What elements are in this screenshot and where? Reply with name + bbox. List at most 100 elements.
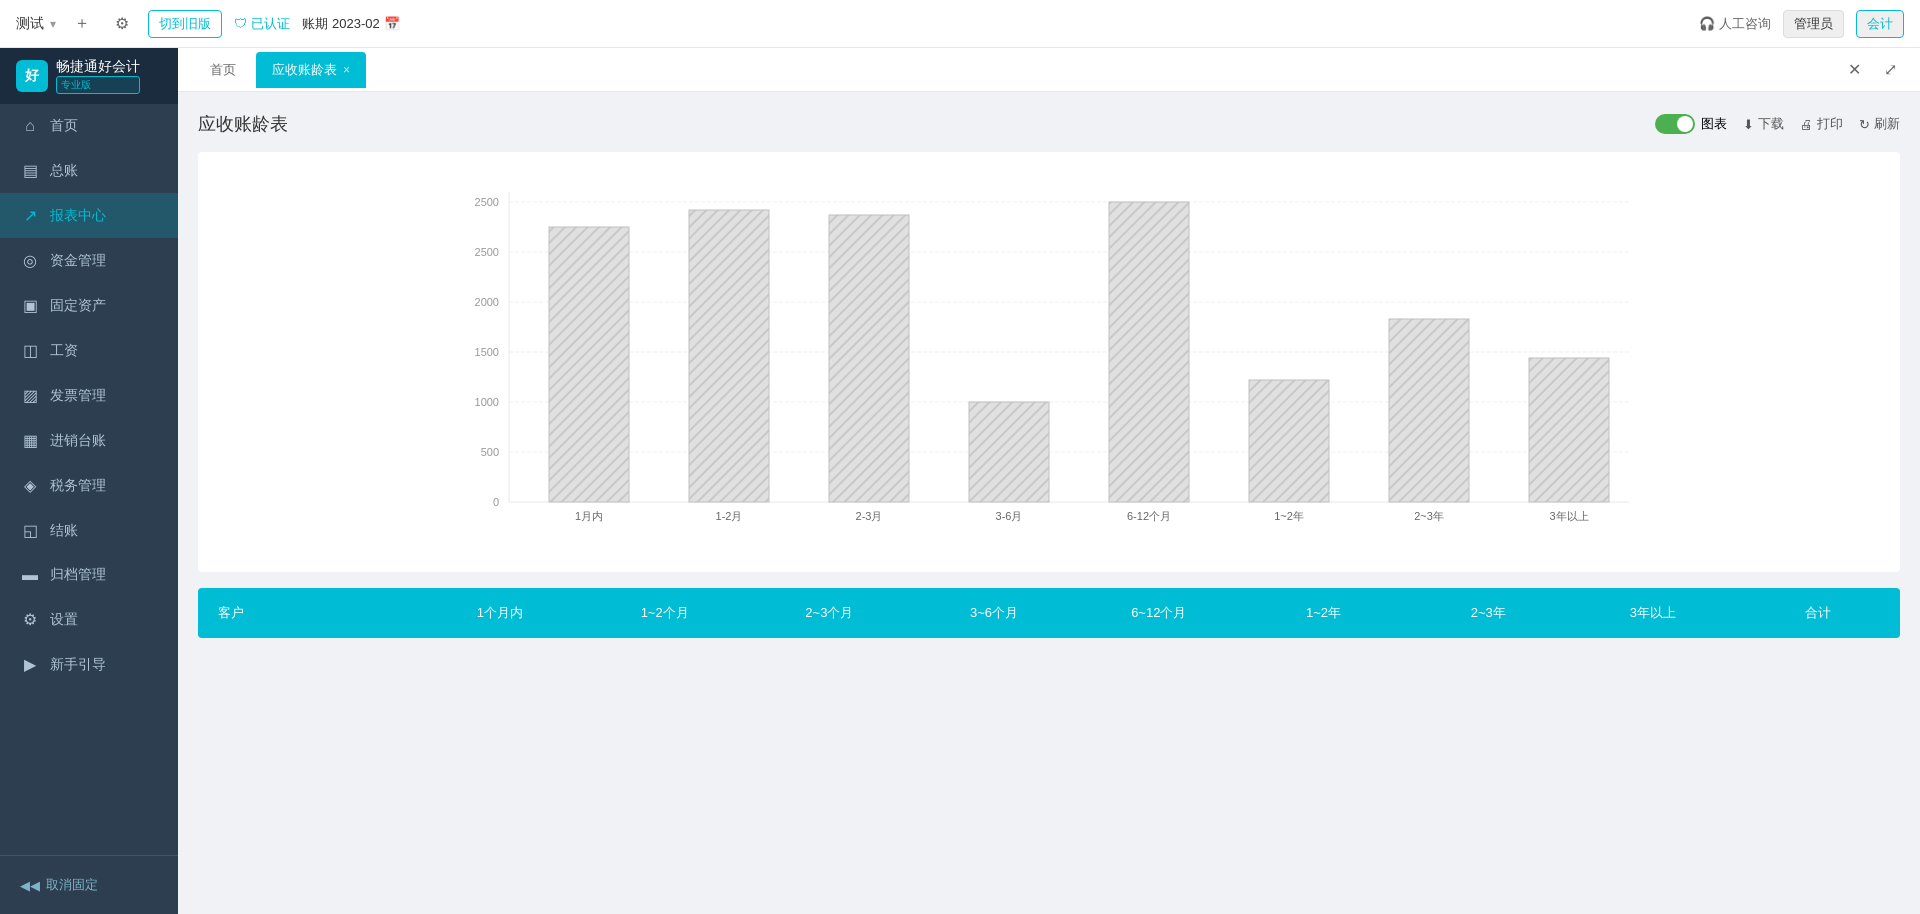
- period-value: 2023-02: [332, 16, 380, 31]
- chart-toggle[interactable]: [1655, 114, 1695, 134]
- sidebar-item-close[interactable]: ◱ 结账: [0, 508, 178, 553]
- chart-container: 0 500 1000 1500 2000 2500 2500 1月内 1-: [198, 152, 1900, 572]
- tab-aging[interactable]: 应收账龄表 ×: [256, 52, 366, 88]
- settings-gear-icon: ⚙: [20, 610, 40, 629]
- sidebar-label-fund: 资金管理: [50, 252, 106, 270]
- support-label: 人工咨询: [1719, 15, 1771, 33]
- pro-badge: 专业版: [56, 76, 140, 94]
- print-icon: 🖨: [1800, 117, 1813, 132]
- settings-btn[interactable]: ⚙: [108, 10, 136, 38]
- svg-text:0: 0: [493, 496, 499, 508]
- table-header: 客户 1个月内 1~2个月 2~3个月 3~6个月 6~12个月 1~2年 2~…: [198, 588, 1900, 638]
- th-2-3year: 2~3年: [1406, 588, 1571, 638]
- content-area: 首页 应收账龄表 × ✕ ⤢ 应收账龄表 图表: [178, 48, 1920, 914]
- svg-text:6-12个月: 6-12个月: [1127, 510, 1171, 522]
- bar-3: [829, 215, 909, 502]
- download-btn[interactable]: ⬇ 下载: [1743, 115, 1784, 133]
- tab-aging-label: 应收账龄表: [272, 61, 337, 79]
- sidebar-label-salary: 工资: [50, 342, 78, 360]
- sidebar-label-close: 结账: [50, 522, 78, 540]
- workspace-selector[interactable]: 测试 ▾: [16, 15, 56, 33]
- bar-7: [1389, 319, 1469, 502]
- bar-2: [689, 210, 769, 502]
- user-btn[interactable]: 管理员: [1783, 10, 1844, 38]
- sidebar-item-salary[interactable]: ◫ 工资: [0, 328, 178, 373]
- tab-home[interactable]: 首页: [194, 52, 252, 88]
- sidebar-item-report[interactable]: ↗ 报表中心: [0, 193, 178, 238]
- svg-text:2-3月: 2-3月: [856, 510, 883, 522]
- bar-6: [1249, 380, 1329, 502]
- sidebar-label-guide: 新手引导: [50, 656, 106, 674]
- ledger-icon: ▤: [20, 161, 40, 180]
- svg-text:1500: 1500: [475, 346, 499, 358]
- sidebar-item-fund[interactable]: ◎ 资金管理: [0, 238, 178, 283]
- page-title: 应收账龄表: [198, 112, 288, 136]
- sidebar-item-home[interactable]: ⌂ 首页: [0, 104, 178, 148]
- download-label: 下载: [1758, 115, 1784, 133]
- sidebar: 好 畅捷通好会计 专业版 ⌂ 首页 ▤ 总账 ↗ 报表中心 ◎ 资金管理: [0, 48, 178, 914]
- th-1month: 1个月内: [418, 588, 583, 638]
- calendar-icon[interactable]: 📅: [384, 16, 400, 31]
- tab-close-icon[interactable]: ×: [343, 63, 350, 77]
- refresh-label: 刷新: [1874, 115, 1900, 133]
- svg-text:2500: 2500: [475, 196, 499, 208]
- tab-bar: 首页 应收账龄表 × ✕ ⤢: [178, 48, 1920, 92]
- bar-chart: 0 500 1000 1500 2000 2500 2500 1月内 1-: [218, 172, 1880, 552]
- sidebar-label-archive: 归档管理: [50, 566, 106, 584]
- tab-close-btn[interactable]: ✕: [1840, 56, 1868, 84]
- workspace-arrow-icon: ▾: [50, 17, 56, 31]
- main-layout: 好 畅捷通好会计 专业版 ⌂ 首页 ▤ 总账 ↗ 报表中心 ◎ 资金管理: [0, 48, 1920, 914]
- sidebar-item-ledger[interactable]: ▤ 总账: [0, 148, 178, 193]
- sidebar-bottom: ◀◀ 取消固定: [0, 855, 178, 914]
- chart-inner: 0 500 1000 1500 2000 2500 2500 1月内 1-: [218, 172, 1880, 552]
- top-nav-right: 🎧 人工咨询 管理员 会计: [1699, 10, 1904, 38]
- home-icon: ⌂: [20, 117, 40, 135]
- sales-icon: ▦: [20, 431, 40, 450]
- tax-icon: ◈: [20, 476, 40, 495]
- svg-text:3年以上: 3年以上: [1549, 510, 1588, 522]
- chart-toggle-group: 图表: [1655, 114, 1727, 134]
- sidebar-item-guide[interactable]: ▶ 新手引导: [0, 642, 178, 687]
- sidebar-item-settings[interactable]: ⚙ 设置: [0, 597, 178, 642]
- role-btn[interactable]: 会计: [1856, 10, 1904, 38]
- refresh-btn[interactable]: ↻ 刷新: [1859, 115, 1900, 133]
- sidebar-item-archive[interactable]: ▬ 归档管理: [0, 553, 178, 597]
- th-1-2month: 1~2个月: [582, 588, 747, 638]
- logo-text: 畅捷通好会计: [56, 58, 140, 75]
- support-btn[interactable]: 🎧 人工咨询: [1699, 15, 1771, 33]
- sidebar-label-invoice: 发票管理: [50, 387, 106, 405]
- archive-icon: ▬: [20, 566, 40, 584]
- certified-text: 已认证: [251, 15, 290, 33]
- svg-text:1月内: 1月内: [575, 510, 603, 522]
- add-btn[interactable]: ＋: [68, 10, 96, 38]
- sidebar-label-sales: 进销台账: [50, 432, 106, 450]
- switch-version-btn[interactable]: 切到旧版: [148, 10, 222, 38]
- bar-8: [1529, 358, 1609, 502]
- toggle-label: 图表: [1701, 115, 1727, 133]
- period-badge: 账期 2023-02 📅: [302, 15, 400, 33]
- sidebar-item-tax[interactable]: ◈ 税务管理: [0, 463, 178, 508]
- bar-5: [1109, 202, 1189, 502]
- th-customer: 客户: [198, 588, 418, 638]
- th-3plus: 3年以上: [1571, 588, 1736, 638]
- unfix-btn[interactable]: ◀◀ 取消固定: [0, 866, 178, 904]
- print-label: 打印: [1817, 115, 1843, 133]
- print-btn[interactable]: 🖨 打印: [1800, 115, 1843, 133]
- sidebar-item-sales[interactable]: ▦ 进销台账: [0, 418, 178, 463]
- top-nav: 测试 ▾ ＋ ⚙ 切到旧版 🛡 已认证 账期 2023-02 📅 🎧 人工咨询 …: [0, 0, 1920, 48]
- tab-right-actions: ✕ ⤢: [1840, 56, 1904, 84]
- sidebar-logo: 好 畅捷通好会计 专业版: [0, 48, 178, 104]
- svg-text:2500: 2500: [475, 246, 499, 258]
- salary-icon: ◫: [20, 341, 40, 360]
- svg-text:1~2年: 1~2年: [1274, 510, 1304, 522]
- tab-expand-btn[interactable]: ⤢: [1876, 56, 1904, 84]
- sidebar-item-assets[interactable]: ▣ 固定资产: [0, 283, 178, 328]
- th-2-3month: 2~3个月: [747, 588, 912, 638]
- svg-text:500: 500: [481, 446, 499, 458]
- certified-badge: 🛡 已认证: [234, 15, 290, 33]
- sidebar-item-invoice[interactable]: ▨ 发票管理: [0, 373, 178, 418]
- svg-text:1000: 1000: [475, 396, 499, 408]
- tab-home-label: 首页: [210, 61, 236, 79]
- page-header: 应收账龄表 图表 ⬇ 下载 🖨 打印 ↻: [198, 112, 1900, 136]
- fund-icon: ◎: [20, 251, 40, 270]
